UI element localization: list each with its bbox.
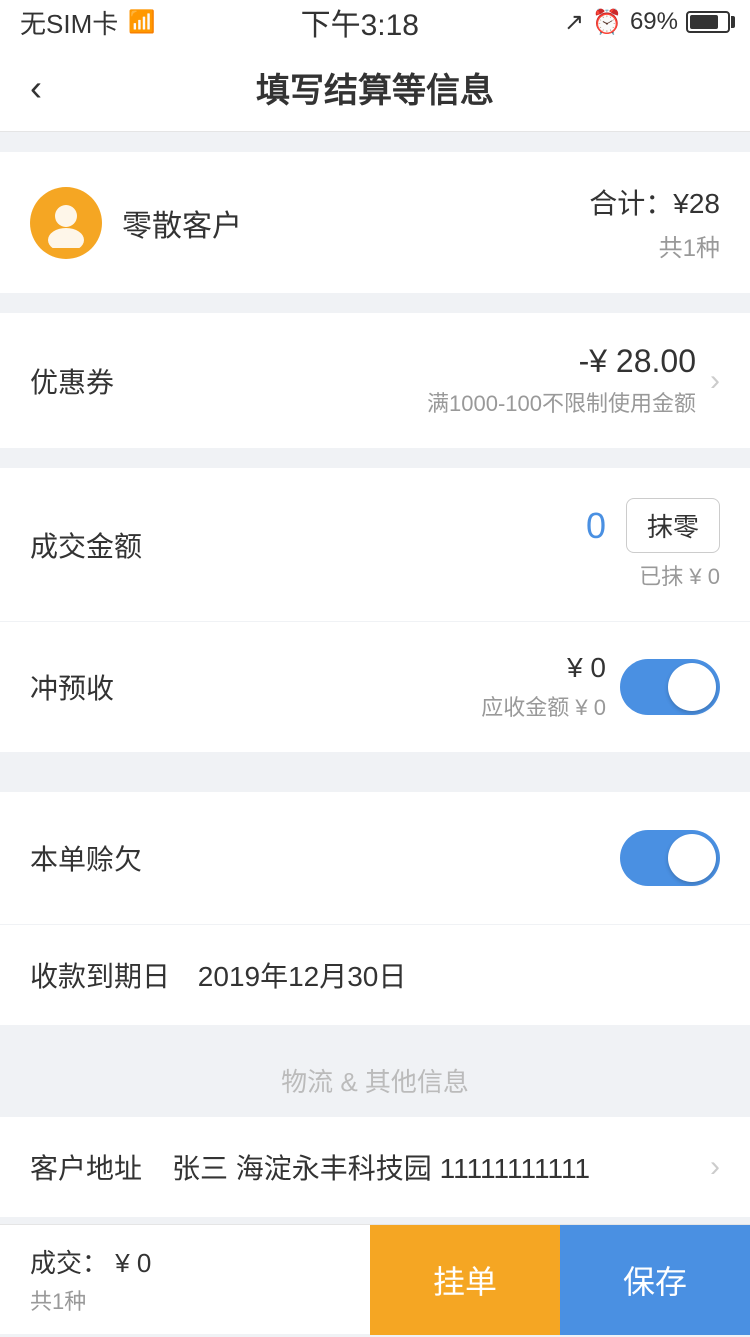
battery-icon <box>686 11 730 33</box>
logistics-label: 物流 & 其他信息 <box>281 1062 469 1099</box>
transaction-amount-input[interactable]: 0 <box>566 505 606 547</box>
customer-left: 零散客户 <box>30 187 242 259</box>
precollect-sub: 应收金额 ¥ 0 <box>481 690 606 722</box>
duedate-label: 收款到期日 <box>30 961 170 992</box>
precollect-row: 冲预收 ¥ 0 应收金额 ¥ 0 <box>0 622 750 752</box>
duedate-value: 2019年12月30日 <box>198 961 407 992</box>
page-title: 填写结算等信息 <box>256 63 494 112</box>
coupon-section: 优惠券 -¥ 28.00 满1000-100不限制使用金额 › <box>0 313 750 448</box>
duedate-section: 收款到期日 2019年12月30日 <box>0 924 750 1025</box>
transaction-value-right: 0 抹零 已抹 ¥ 0 <box>566 498 720 591</box>
carrier-text: 无SIM卡 <box>20 4 118 41</box>
divider-1 <box>0 293 750 313</box>
address-row[interactable]: 客户地址 张三 海淀永丰科技园 11111111111 › <box>0 1117 750 1217</box>
battery-percent: 69% <box>630 8 678 36</box>
status-right: ↗ ⏰ 69% <box>564 8 730 37</box>
total-amount: 合计：¥28 <box>589 182 720 222</box>
coupon-discount: -¥ 28.00 <box>427 343 696 380</box>
address-chevron-icon: › <box>710 1150 720 1184</box>
customer-name: 零散客户 <box>122 201 242 245</box>
save-button[interactable]: 保存 <box>560 1225 750 1335</box>
alarm-icon: ⏰ <box>592 8 622 37</box>
coupon-value-right: -¥ 28.00 满1000-100不限制使用金额 <box>427 343 696 418</box>
bottom-count: 共1种 <box>30 1284 340 1316</box>
round-zero-button[interactable]: 抹零 <box>626 498 720 553</box>
divider-3 <box>0 752 750 772</box>
total-count: 共1种 <box>589 228 720 263</box>
transaction-section: 成交金额 0 抹零 已抹 ¥ 0 冲预收 ¥ 0 应收金额 ¥ 0 <box>0 468 750 752</box>
customer-right: 合计：¥28 共1种 <box>589 182 720 263</box>
precollect-label: 冲预收 <box>30 667 114 707</box>
transaction-sub: 已抹 ¥ 0 <box>566 559 720 591</box>
toggle-knob <box>668 663 716 711</box>
status-bar: 无SIM卡 📶 下午3:18 ↗ ⏰ 69% <box>0 0 750 44</box>
bottom-left: 成交： ¥ 0 共1种 <box>0 1243 370 1316</box>
address-value: 张三 海淀永丰科技园 11111111111 <box>172 1147 710 1187</box>
precollect-amount: ¥ 0 <box>481 652 606 684</box>
bottom-transaction-label: 成交： ¥ 0 <box>30 1243 340 1280</box>
address-section: 客户地址 张三 海淀永丰科技园 11111111111 › <box>0 1117 750 1217</box>
precollect-toggle[interactable] <box>620 659 720 715</box>
customer-section: 零散客户 合计：¥28 共1种 <box>0 152 750 293</box>
debit-label: 本单赊欠 <box>30 838 142 878</box>
back-button[interactable]: ‹ <box>30 67 42 109</box>
coupon-row[interactable]: 优惠券 -¥ 28.00 满1000-100不限制使用金额 › <box>0 313 750 448</box>
precollect-value-wrap: ¥ 0 应收金额 ¥ 0 <box>481 652 720 722</box>
logistics-divider: 物流 & 其他信息 <box>0 1045 750 1115</box>
precollect-amounts: ¥ 0 应收金额 ¥ 0 <box>481 652 606 722</box>
status-left: 无SIM卡 📶 <box>20 4 156 41</box>
bottom-transaction-amount: ¥ 0 <box>115 1248 151 1278</box>
coupon-desc: 满1000-100不限制使用金额 <box>427 386 696 418</box>
divider-2 <box>0 448 750 468</box>
location-icon: ↗ <box>564 8 584 37</box>
debit-toggle[interactable] <box>620 830 720 886</box>
chevron-right-icon: › <box>710 364 720 398</box>
transaction-row: 成交金额 0 抹零 已抹 ¥ 0 <box>0 468 750 622</box>
content-area: 零散客户 合计：¥28 共1种 优惠券 -¥ 28.00 满1000-100不限… <box>0 152 750 1337</box>
avatar <box>30 187 102 259</box>
bottom-transaction-prefix: 成交： <box>30 1248 108 1278</box>
amount-input-wrap: 0 抹零 <box>566 498 720 553</box>
debit-section: 本单赊欠 收款到期日 2019年12月30日 <box>0 792 750 1025</box>
transaction-label: 成交金额 <box>30 525 142 565</box>
debit-row: 本单赊欠 <box>0 792 750 924</box>
coupon-label: 优惠券 <box>30 361 114 401</box>
hangup-button[interactable]: 挂单 <box>370 1225 560 1335</box>
coupon-value-wrap: -¥ 28.00 满1000-100不限制使用金额 › <box>427 343 720 418</box>
address-label: 客户地址 <box>30 1147 142 1187</box>
bottom-bar: 成交： ¥ 0 共1种 挂单 保存 <box>0 1224 750 1334</box>
debit-toggle-knob <box>668 834 716 882</box>
status-time: 下午3:18 <box>301 0 419 44</box>
nav-bar: ‹ 填写结算等信息 <box>0 44 750 132</box>
transaction-value-wrap: 0 抹零 已抹 ¥ 0 <box>566 498 720 591</box>
wifi-icon: 📶 <box>128 9 155 35</box>
